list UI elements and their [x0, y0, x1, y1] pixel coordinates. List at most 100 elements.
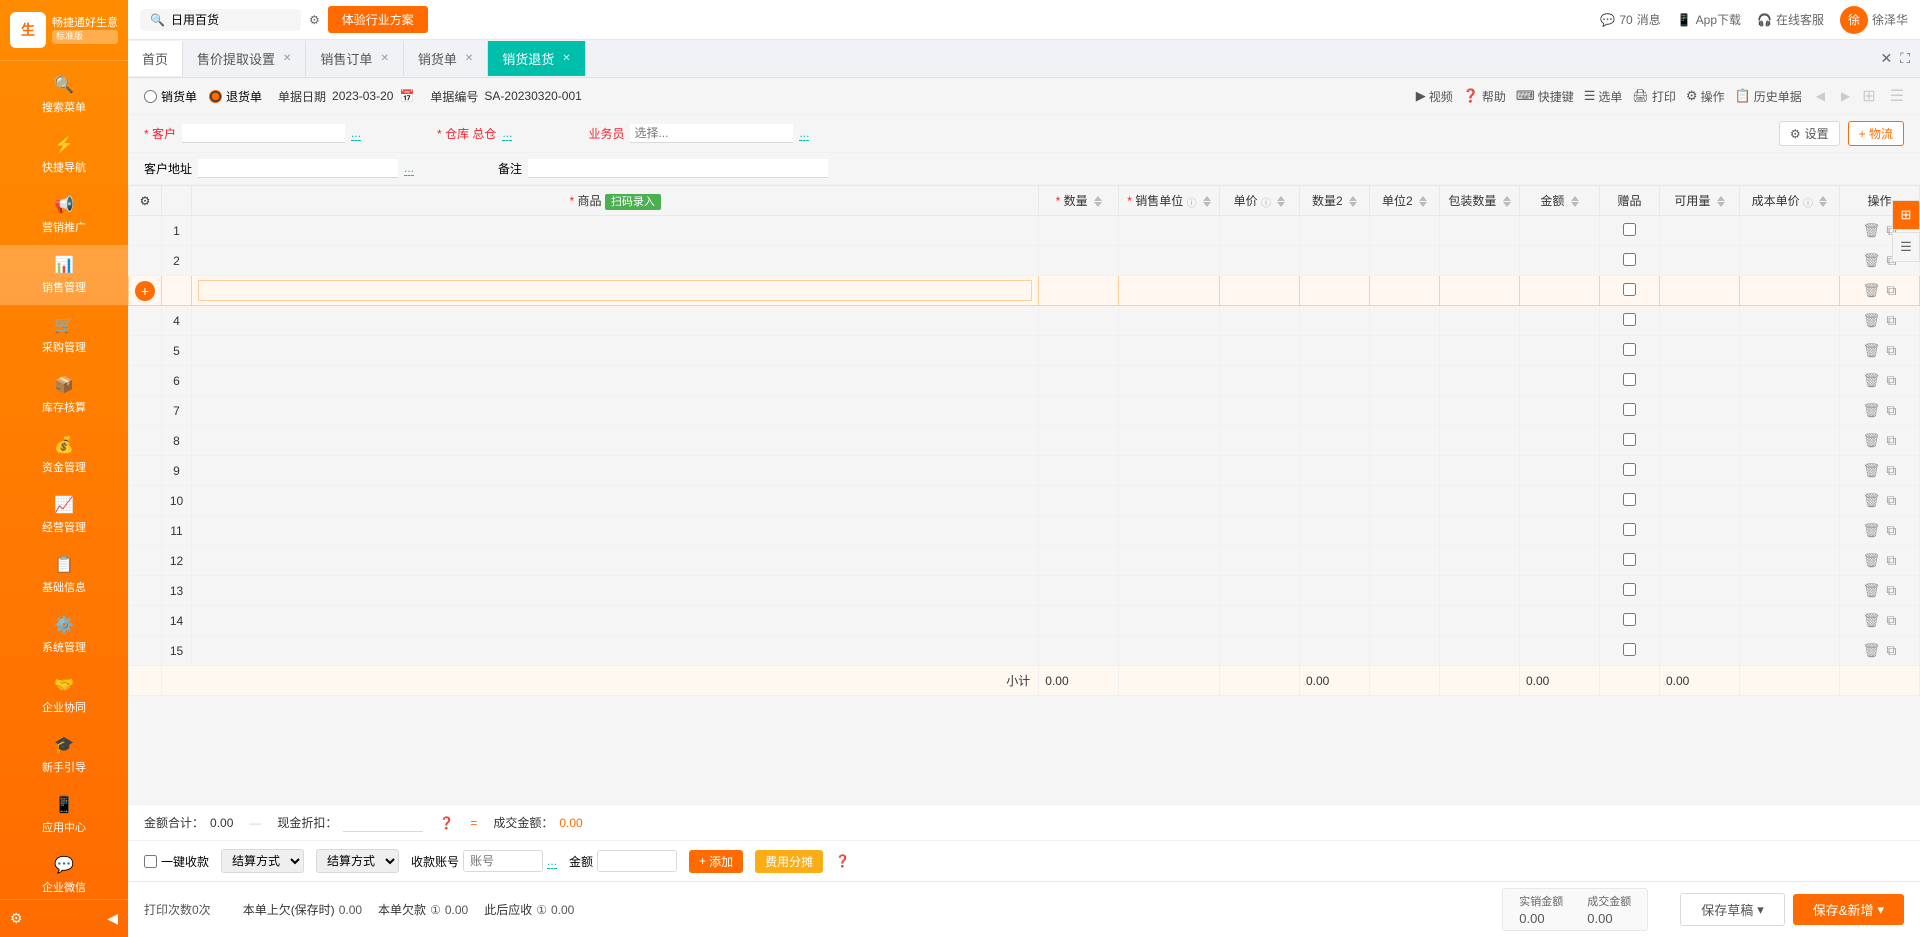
row-avail[interactable] — [1660, 456, 1740, 486]
row-amount[interactable] — [1520, 606, 1600, 636]
row-unit2[interactable] — [1370, 306, 1440, 336]
row-pkg[interactable] — [1440, 366, 1520, 396]
sidebar-item-shortcut[interactable]: ⚡ 快捷导航 — [0, 125, 128, 185]
row-avail[interactable] — [1660, 276, 1740, 306]
one-click-input[interactable] — [144, 855, 157, 868]
row-avail[interactable] — [1660, 366, 1740, 396]
row-pkg[interactable] — [1440, 456, 1520, 486]
print-action[interactable]: 🖨 打印 — [1632, 88, 1676, 105]
settlement-method-select[interactable]: 结算方式 — [221, 849, 304, 873]
row-pkg[interactable] — [1440, 396, 1520, 426]
row-avail[interactable] — [1660, 306, 1740, 336]
row-cost[interactable] — [1740, 636, 1840, 666]
close-icon[interactable]: ✕ — [465, 53, 473, 64]
row-unit[interactable] — [1119, 546, 1220, 576]
row-unit[interactable] — [1119, 456, 1220, 486]
row-price[interactable] — [1220, 276, 1300, 306]
gift-checkbox[interactable] — [1623, 373, 1636, 386]
row-amount[interactable] — [1520, 396, 1600, 426]
row-unit[interactable] — [1119, 366, 1220, 396]
row-pkg[interactable] — [1440, 636, 1520, 666]
row-qty[interactable] — [1039, 246, 1119, 276]
row-amount[interactable] — [1520, 276, 1600, 306]
row-pkg[interactable] — [1440, 336, 1520, 366]
row-cost[interactable] — [1740, 306, 1840, 336]
row-unit2[interactable] — [1370, 336, 1440, 366]
sidebar-item-guide[interactable]: 🎓 新手引导 — [0, 725, 128, 785]
copy-icon[interactable]: ⧉ — [1886, 432, 1896, 449]
row-qty2[interactable] — [1300, 516, 1370, 546]
salesperson-input[interactable] — [630, 124, 793, 143]
row-product[interactable] — [192, 366, 1039, 396]
row-qty[interactable] — [1039, 336, 1119, 366]
row-product[interactable] — [192, 486, 1039, 516]
search-input[interactable] — [171, 13, 291, 27]
row-gift[interactable] — [1600, 396, 1660, 426]
row-pkg[interactable] — [1440, 276, 1520, 306]
gift-checkbox[interactable] — [1623, 283, 1636, 296]
row-gift[interactable] — [1600, 486, 1660, 516]
sidebar-item-system[interactable]: ⚙️ 系统管理 — [0, 605, 128, 665]
th-settings[interactable]: ⚙ — [129, 186, 162, 216]
delete-icon[interactable]: 🗑 — [1863, 432, 1881, 449]
row-amount[interactable] — [1520, 216, 1600, 246]
row-gift[interactable] — [1600, 636, 1660, 666]
product-input[interactable] — [198, 280, 1032, 301]
tab-home[interactable]: 首页 — [128, 41, 183, 76]
row-cost[interactable] — [1740, 606, 1840, 636]
tab-sales[interactable]: 销货单 ✕ — [404, 41, 488, 76]
close-icon[interactable]: ✕ — [562, 53, 570, 64]
row-avail[interactable] — [1660, 546, 1740, 576]
row-amount[interactable] — [1520, 306, 1600, 336]
delete-icon[interactable]: 🗑 — [1863, 642, 1881, 659]
calendar-icon[interactable]: 📅 — [399, 89, 414, 103]
date-value[interactable]: 2023-03-20 — [332, 89, 393, 103]
save-new-button[interactable]: 保存&新增 ▾ — [1793, 894, 1904, 925]
row-cost[interactable] — [1740, 276, 1840, 306]
row-product[interactable] — [192, 396, 1039, 426]
row-cost[interactable] — [1740, 456, 1840, 486]
salesperson-select-link[interactable]: ... — [799, 126, 809, 141]
row-pkg[interactable] — [1440, 426, 1520, 456]
row-price[interactable] — [1220, 426, 1300, 456]
settings-button[interactable]: ⚙ 设置 — [1779, 121, 1840, 146]
row-cost[interactable] — [1740, 246, 1840, 276]
row-amount[interactable] — [1520, 546, 1600, 576]
app-download-group[interactable]: 📱 App下载 — [1677, 11, 1741, 28]
row-product[interactable] — [192, 276, 1039, 306]
delete-icon[interactable]: 🗑 — [1863, 582, 1881, 599]
collapse-button[interactable]: ◀ — [107, 910, 118, 927]
sidebar-item-marketing[interactable]: 📢 营销推广 — [0, 185, 128, 245]
row-price[interactable] — [1220, 456, 1300, 486]
row-product[interactable] — [192, 636, 1039, 666]
row-unit[interactable] — [1119, 336, 1220, 366]
row-unit[interactable] — [1119, 426, 1220, 456]
copy-icon[interactable]: ⧉ — [1886, 522, 1896, 539]
row-pkg[interactable] — [1440, 516, 1520, 546]
maximize-icon[interactable]: ⛶ — [1900, 50, 1910, 67]
delete-icon[interactable]: 🗑 — [1863, 522, 1881, 539]
list-view-button[interactable]: ☰ — [1892, 232, 1920, 262]
row-avail[interactable] — [1660, 606, 1740, 636]
row-amount[interactable] — [1520, 636, 1600, 666]
row-pkg[interactable] — [1440, 306, 1520, 336]
help-icon[interactable]: ❓ — [439, 816, 454, 830]
row-price[interactable] — [1220, 336, 1300, 366]
list-view-icon[interactable]: ☰ — [1890, 86, 1904, 106]
radio-input[interactable] — [209, 90, 222, 103]
one-click-checkbox[interactable]: 一键收款 — [144, 853, 209, 870]
row-unit2[interactable] — [1370, 216, 1440, 246]
delete-icon[interactable]: 🗑 — [1863, 402, 1881, 419]
gift-checkbox[interactable] — [1623, 463, 1636, 476]
row-qty[interactable] — [1039, 546, 1119, 576]
copy-icon[interactable]: ⧉ — [1886, 612, 1896, 629]
grid-view-button[interactable]: ⊞ — [1892, 200, 1920, 230]
row-price[interactable] — [1220, 246, 1300, 276]
experience-btn[interactable]: 体验行业方案 — [328, 6, 428, 33]
row-amount[interactable] — [1520, 426, 1600, 456]
sidebar-item-basic[interactable]: 📋 基础信息 — [0, 545, 128, 605]
sidebar-item-wechat[interactable]: 💬 企业微信 — [0, 845, 128, 899]
address-select-link[interactable]: ... — [404, 161, 414, 176]
row-qty2[interactable] — [1300, 636, 1370, 666]
row-unit2[interactable] — [1370, 486, 1440, 516]
